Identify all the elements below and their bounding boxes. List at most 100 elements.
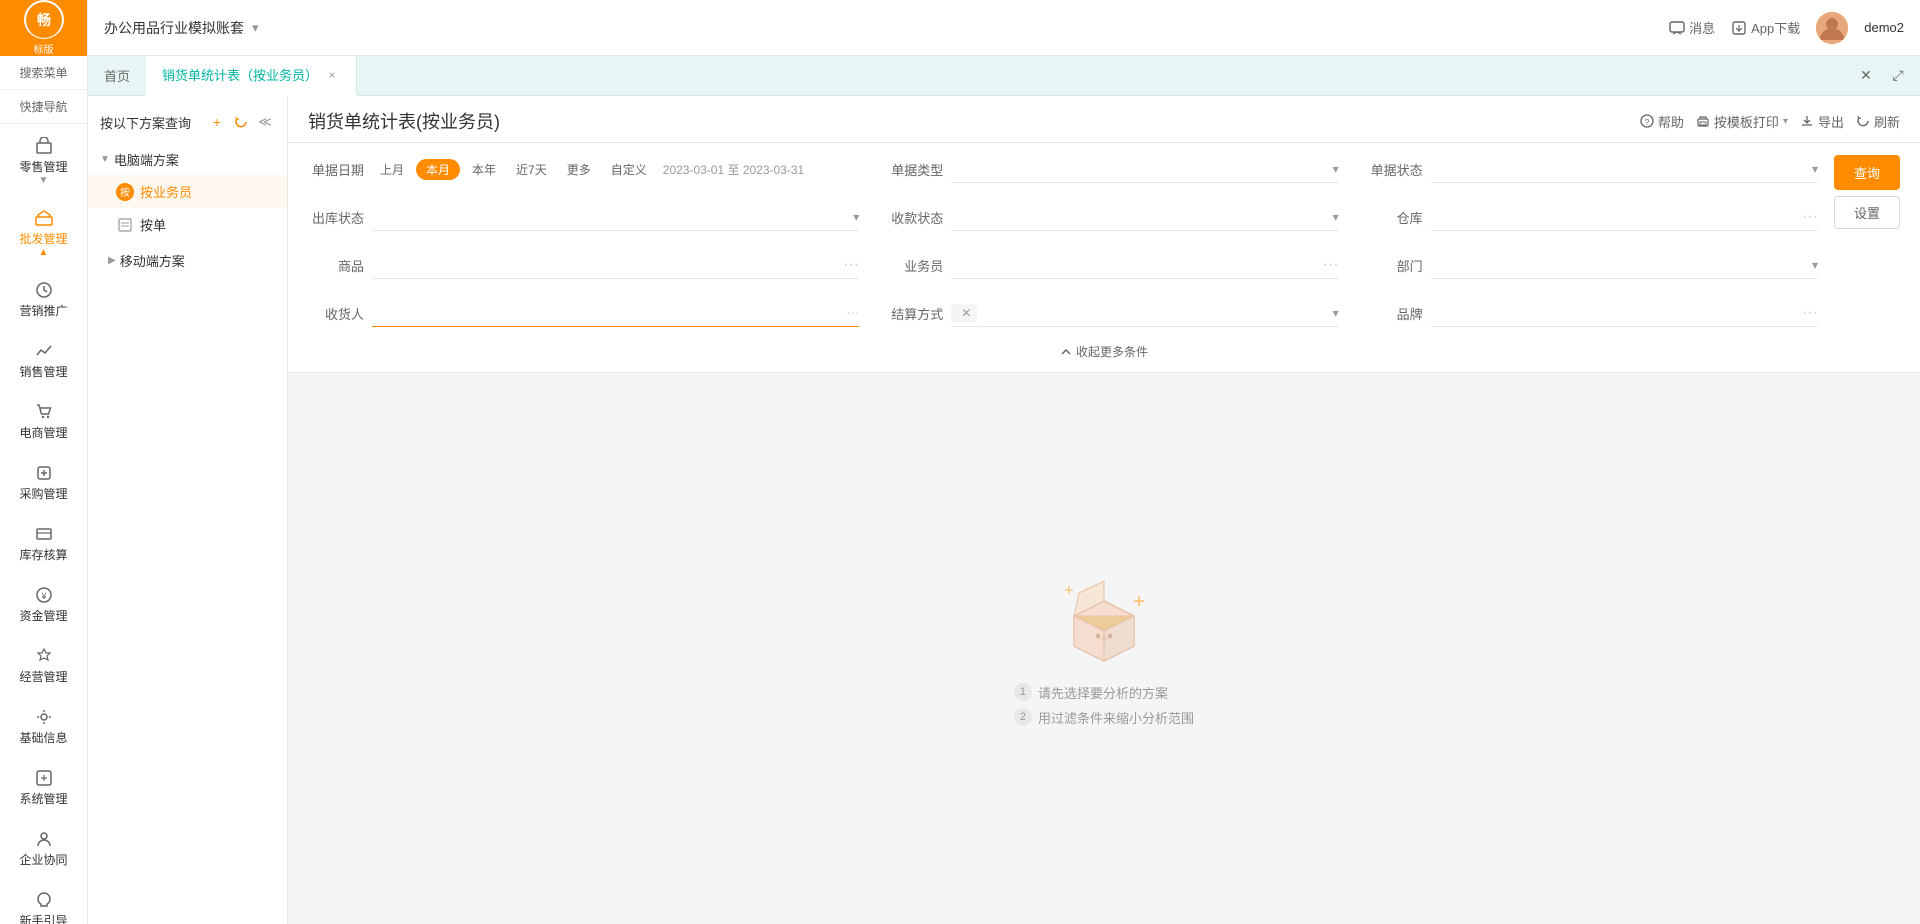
sidebar-item-finance[interactable]: ¥ 资金管理 xyxy=(4,575,83,634)
salesman-dots-icon: ··· xyxy=(1323,256,1339,274)
company-dropdown-icon[interactable]: ▾ xyxy=(252,20,259,36)
scheme-group-mobile-title[interactable]: ▶ 移动端方案 xyxy=(88,245,287,276)
sidebar-item-wholesale[interactable]: 批发管理 ▲ xyxy=(4,198,83,268)
tip-text-2: 用过滤条件来缩小分析范围 xyxy=(1038,708,1194,727)
wholesale-icon xyxy=(34,208,54,228)
date-btn-this-month[interactable]: 本月 xyxy=(416,159,460,180)
sidebar-item-system[interactable]: 系统管理 xyxy=(4,758,83,817)
marketing-icon xyxy=(34,280,54,300)
sidebar-item-sales[interactable]: 销售管理 xyxy=(4,331,83,390)
sidebar-item-system-label: 系统管理 xyxy=(19,790,67,807)
scheme-group-mobile: ▶ 移动端方案 xyxy=(88,245,287,276)
sidebar-item-operation[interactable]: 经营管理 xyxy=(4,636,83,695)
bill-type-arrow-icon: ▾ xyxy=(1333,162,1339,176)
right-panel: 销货单统计表(按业务员) ? 帮助 按模板打印 ▾ 导出 xyxy=(288,96,1920,924)
sidebar-item-enterprise[interactable]: 企业协同 xyxy=(4,819,83,878)
logo-image: 畅 xyxy=(24,0,64,39)
sidebar-item-basic[interactable]: 基础信息 xyxy=(4,697,83,756)
filter-area: 单据日期 上月 本月 本年 近7天 更多 自定义 xyxy=(288,143,1920,373)
date-btn-more[interactable]: 更多 xyxy=(559,157,599,182)
by-bill-icon xyxy=(116,216,134,234)
payment-status-arrow-icon: ▾ xyxy=(1333,210,1339,224)
inventory-icon xyxy=(34,524,54,544)
collapse-filter-btn[interactable]: 收起更多条件 xyxy=(308,337,1900,360)
page-header: 销货单统计表(按业务员) ? 帮助 按模板打印 ▾ 导出 xyxy=(288,96,1920,143)
sidebar-item-retail[interactable]: 零售管理 ▼ xyxy=(4,126,83,196)
left-panel-actions: + ≪ xyxy=(207,112,275,132)
brand-label: 品牌 xyxy=(1359,304,1423,323)
refresh-btn[interactable]: 刷新 xyxy=(1856,112,1900,131)
basic-icon xyxy=(34,707,54,727)
shortcut-label[interactable]: 快捷导航 xyxy=(0,94,87,119)
search-menu-label[interactable]: 搜索菜单 xyxy=(0,64,87,81)
sidebar-logo[interactable]: 畅 标版 xyxy=(0,0,87,56)
add-scheme-icon[interactable]: + xyxy=(207,112,227,132)
scheme-group-pc: ▼ 电脑端方案 按 按业务员 按单 xyxy=(88,140,287,245)
scheme-item-by-bill[interactable]: 按单 xyxy=(88,208,287,241)
print-dropdown-icon[interactable]: ▾ xyxy=(1783,116,1788,127)
consignee-input[interactable]: ··· xyxy=(372,299,859,327)
svg-text:¥: ¥ xyxy=(40,591,47,601)
bill-status-select[interactable]: ▾ xyxy=(1431,155,1818,183)
goods-select[interactable]: ··· xyxy=(372,251,859,279)
user-avatar[interactable] xyxy=(1816,12,1848,44)
sidebar-item-marketing[interactable]: 营销推广 xyxy=(4,270,83,329)
sidebar-item-newbie[interactable]: 新手引导 xyxy=(4,880,83,924)
print-btn[interactable]: 按模板打印 ▾ xyxy=(1696,112,1788,131)
query-button[interactable]: 查询 xyxy=(1834,155,1900,190)
sidebar-item-ecommerce[interactable]: 电商管理 xyxy=(4,392,83,451)
settlement-tag-close-icon[interactable]: ✕ xyxy=(961,306,971,320)
date-btn-last-month[interactable]: 上月 xyxy=(372,157,412,182)
empty-tips: 1 请先选择要分析的方案 2 用过滤条件来缩小分析范围 xyxy=(1014,683,1194,727)
settings-button[interactable]: 设置 xyxy=(1834,196,1900,229)
scheme-group-pc-title[interactable]: ▼ 电脑端方案 xyxy=(88,144,287,175)
topbar-right: 消息 App下载 demo2 xyxy=(1669,12,1904,44)
export-btn[interactable]: 导出 xyxy=(1800,112,1844,131)
tab-sales-stat[interactable]: 销货单统计表（按业务员） × xyxy=(146,56,357,96)
topbar-left: 办公用品行业模拟账套 ▾ xyxy=(104,18,259,38)
date-group: 上月 本月 本年 近7天 更多 自定义 2023-03-01 至 2023-03… xyxy=(372,157,859,182)
sidebar-item-purchase[interactable]: 采购管理 xyxy=(4,453,83,512)
tip-num-2: 2 xyxy=(1014,708,1032,726)
sidebar-search[interactable]: 搜索菜单 xyxy=(0,56,87,90)
refresh-scheme-icon[interactable] xyxy=(231,112,251,132)
tab-maximize-btn[interactable]: ⤢ xyxy=(1884,62,1912,90)
brand-select[interactable]: ··· xyxy=(1431,299,1818,327)
message-action[interactable]: 消息 xyxy=(1669,18,1715,37)
settlement-select[interactable]: ✕ ▾ xyxy=(951,299,1338,327)
pc-group-label: 电脑端方案 xyxy=(114,150,179,169)
empty-icon xyxy=(1054,571,1154,671)
warehouse-select[interactable]: ··· xyxy=(1431,203,1818,231)
message-icon xyxy=(1669,20,1685,36)
out-status-select[interactable]: ▾ xyxy=(372,203,859,231)
scheme-item-by-salesman[interactable]: 按 按业务员 xyxy=(88,175,287,208)
bill-status-arrow-icon: ▾ xyxy=(1812,162,1818,176)
salesman-select[interactable]: ··· xyxy=(951,251,1338,279)
tab-actions: ✕ ⤢ xyxy=(1852,62,1920,90)
sidebar-item-enterprise-label: 企业协同 xyxy=(19,851,67,868)
tab-home[interactable]: 首页 xyxy=(88,56,146,96)
refresh-icon xyxy=(1856,114,1870,128)
sidebar-item-inventory[interactable]: 库存核算 xyxy=(4,514,83,573)
settlement-label: 结算方式 xyxy=(879,304,943,323)
date-btn-7days[interactable]: 近7天 xyxy=(508,157,555,182)
tip-num-1: 1 xyxy=(1014,683,1032,701)
user-name[interactable]: demo2 xyxy=(1864,20,1904,35)
department-label: 部门 xyxy=(1359,256,1423,275)
bill-type-select[interactable]: ▾ xyxy=(951,155,1338,183)
date-btn-this-year[interactable]: 本年 xyxy=(464,157,504,182)
shortcut-nav[interactable]: 快捷导航 xyxy=(0,90,87,124)
filter-salesman: 业务员 ··· xyxy=(879,251,1338,279)
print-icon xyxy=(1696,114,1710,128)
department-select[interactable]: ▾ xyxy=(1431,251,1818,279)
date-btn-custom[interactable]: 自定义 xyxy=(603,157,655,182)
svg-text:畅: 畅 xyxy=(37,12,51,28)
tab-close-icon[interactable]: × xyxy=(324,67,340,83)
refresh-label: 刷新 xyxy=(1874,112,1900,131)
help-btn[interactable]: ? 帮助 xyxy=(1640,112,1684,131)
app-download-action[interactable]: App下载 xyxy=(1731,18,1800,37)
payment-status-select[interactable]: ▾ xyxy=(951,203,1338,231)
collapse-panel-icon[interactable]: ≪ xyxy=(255,112,275,132)
tab-close-window-btn[interactable]: ✕ xyxy=(1852,62,1880,90)
operation-icon xyxy=(34,646,54,666)
